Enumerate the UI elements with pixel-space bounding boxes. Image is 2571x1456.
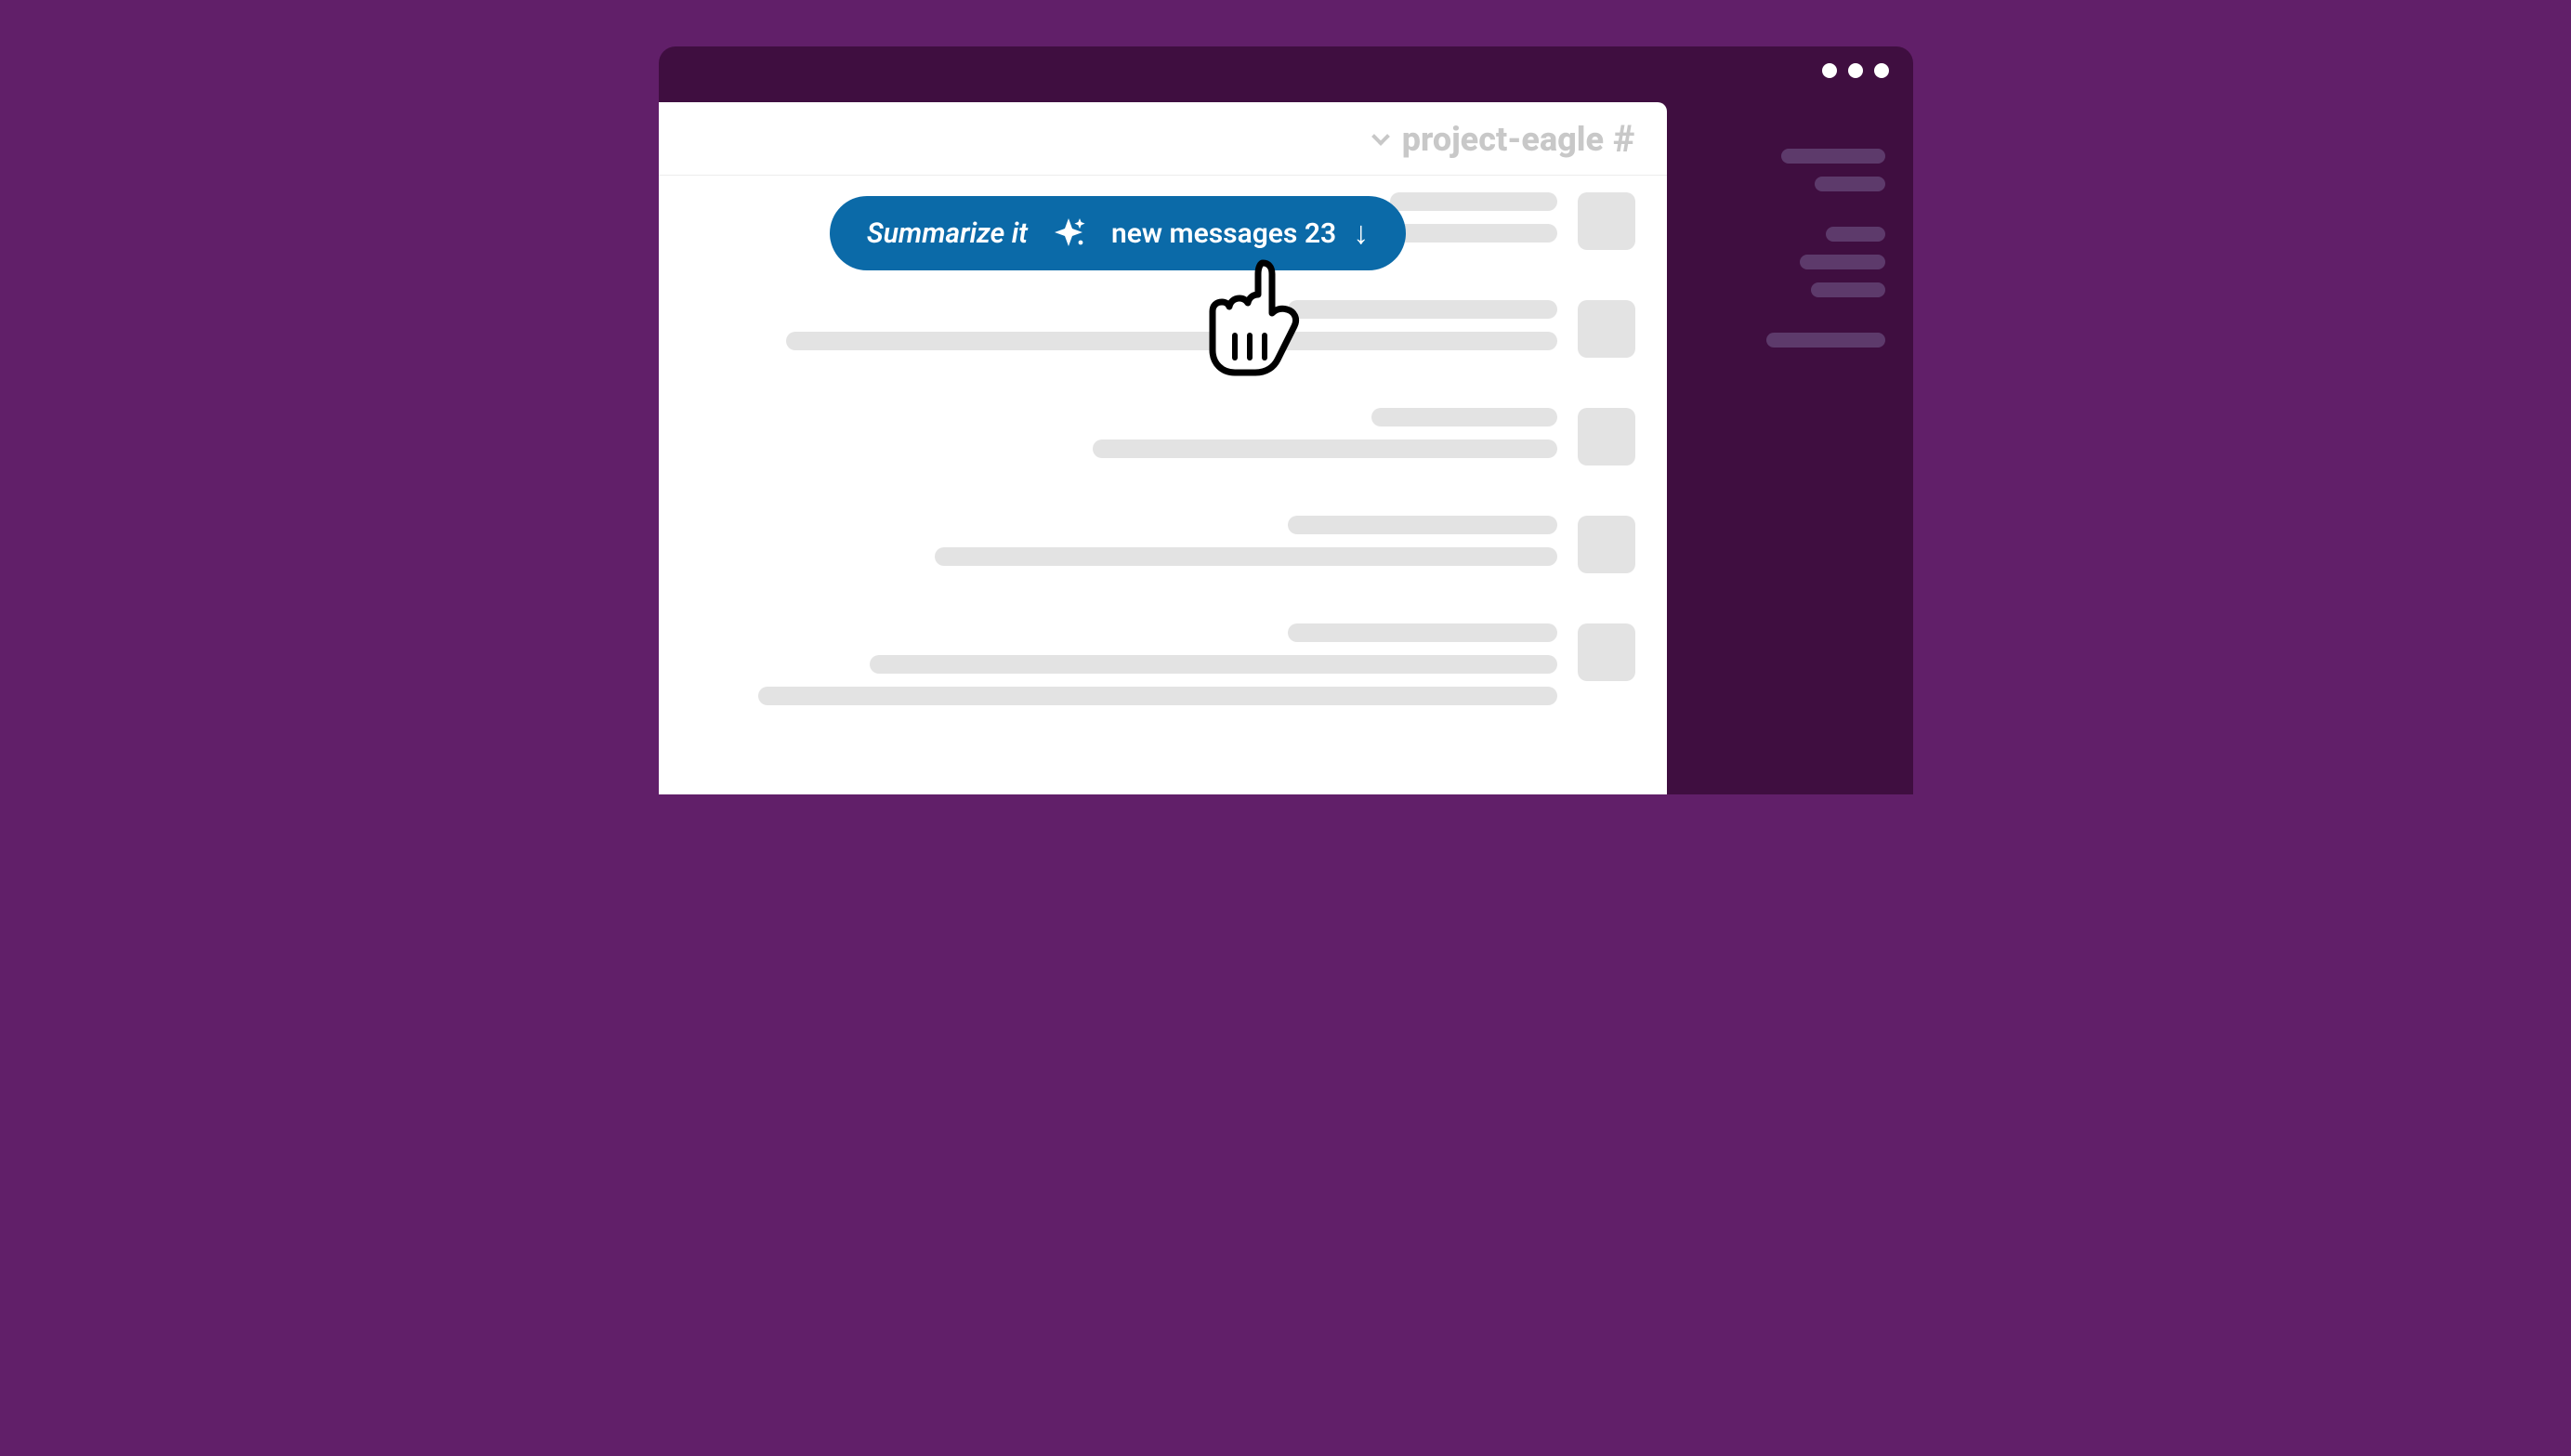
channel-name: project-eagle [1402,123,1604,156]
message-line [758,687,1557,705]
sidebar-item[interactable] [1815,177,1885,191]
window-controls[interactable] [1822,63,1889,78]
channel-header[interactable]: # project-eagle [659,102,1667,176]
avatar [1578,192,1635,250]
sidebar-item[interactable] [1826,227,1885,242]
sidebar-group [1695,227,1885,297]
hash-icon: # [1613,121,1634,158]
message-line [1288,623,1557,642]
message-line [1093,439,1557,458]
message-line [935,547,1557,566]
avatar [1578,516,1635,573]
message-lines [690,623,1557,705]
avatar [1578,300,1635,358]
message-line [786,332,1557,350]
sidebar [1667,46,1913,794]
window-dot[interactable] [1822,63,1837,78]
sidebar-item[interactable] [1766,333,1885,348]
new-messages-pill[interactable]: ↓ 23 new messages Summarize it [830,196,1406,270]
message-row [690,516,1635,573]
stage: # project-eagle ↓ 23 new messages [580,0,1992,794]
message-list: ↓ 23 new messages Summarize it [659,176,1667,794]
message-line [870,655,1557,674]
window-dot[interactable] [1848,63,1863,78]
arrow-down-icon: ↓ [1353,217,1369,249]
message-lines [690,300,1557,350]
pointer-cursor-icon [1203,257,1315,386]
sidebar-item[interactable] [1800,255,1885,269]
message-line [1288,300,1557,319]
sparkle-icon [1052,215,1089,252]
message-row [690,300,1635,358]
message-line [1288,516,1557,534]
new-messages-label: 23 new messages [1111,217,1336,250]
message-row [690,408,1635,466]
app-window: # project-eagle ↓ 23 new messages [659,46,1913,794]
sidebar-item[interactable] [1811,282,1885,297]
message-lines [690,408,1557,458]
avatar [1578,623,1635,681]
sidebar-item[interactable] [1781,149,1885,164]
chevron-down-icon[interactable] [1371,127,1390,146]
message-row [690,623,1635,705]
message-line [1390,192,1557,211]
sidebar-group [1695,149,1885,191]
channel-content: # project-eagle ↓ 23 new messages [659,102,1667,794]
summarize-button[interactable]: Summarize it [867,217,1028,250]
avatar [1578,408,1635,466]
sidebar-group [1695,333,1885,348]
message-lines [690,516,1557,566]
message-line [1371,408,1557,426]
window-dot[interactable] [1874,63,1889,78]
